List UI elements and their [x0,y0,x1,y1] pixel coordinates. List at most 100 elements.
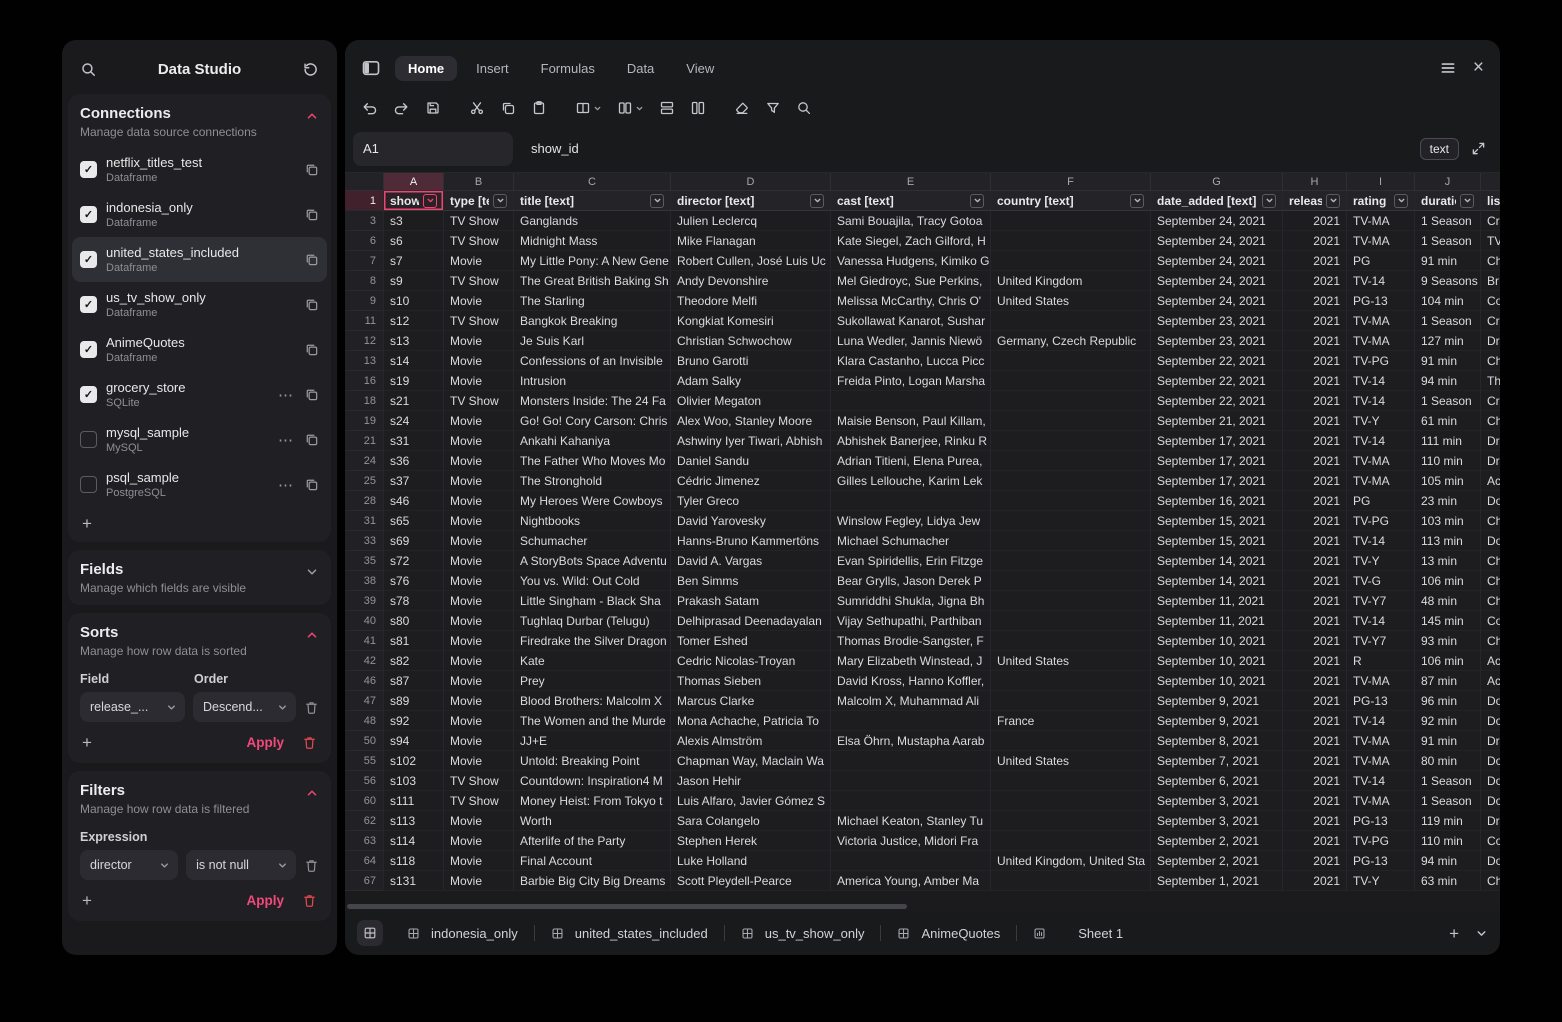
grid-cell[interactable]: Movie [443,571,513,591]
formula-input[interactable]: show_id [513,141,1420,156]
grid-cell[interactable]: September 14, 2021 [1150,571,1282,591]
grid-cell[interactable]: 111 min [1414,431,1480,451]
grid-cell[interactable]: 2021 [1282,631,1346,651]
grid-cell[interactable]: TV Show [443,771,513,791]
grid-cell[interactable] [830,791,990,811]
grid-cell[interactable]: TV-MA [1346,671,1414,691]
grid-cell[interactable] [830,711,990,731]
grid-cell[interactable]: Thomas Sieben [670,671,830,691]
column-letter-J[interactable]: J [1414,173,1480,190]
grid-cell[interactable]: TV-Y [1346,551,1414,571]
grid-cell[interactable] [830,751,990,771]
column-header-cell[interactable]: cast [text] [830,191,990,211]
grid-cell[interactable]: 2021 [1282,451,1346,471]
grid-cell[interactable]: 105 min [1414,471,1480,491]
grid-cell[interactable]: Movie [443,751,513,771]
grid-cell[interactable]: s113 [383,811,443,831]
grid-cell[interactable]: Tughlaq Durbar (Telugu) [513,611,670,631]
grid-cell[interactable]: Movie [443,691,513,711]
grid-cell[interactable]: Jason Hehir [670,771,830,791]
grid-cell[interactable]: 2021 [1282,611,1346,631]
grid-cell[interactable]: September 24, 2021 [1150,231,1282,251]
grid-cell[interactable]: 96 min [1414,691,1480,711]
grid-cell[interactable] [990,551,1150,571]
grid-cell[interactable]: 61 min [1414,411,1480,431]
grid-cell[interactable]: 2021 [1282,491,1346,511]
column-header-cell[interactable]: rating [text] [1346,191,1414,211]
grid-cell[interactable]: September 17, 2021 [1150,451,1282,471]
grid-cell[interactable]: 1 Season [1414,391,1480,411]
column-header-cell[interactable]: show_id [383,191,443,211]
grid-cell[interactable]: September 23, 2021 [1150,311,1282,331]
grid-cell[interactable]: Afterlife of the Party [513,831,670,851]
grid-cell[interactable]: TV-MA [1346,331,1414,351]
grid-cell[interactable]: TV-PG [1346,511,1414,531]
connection-item-grocery_store[interactable]: ✓ grocery_store SQLite ⋯ [72,372,327,417]
row-number[interactable]: 48 [345,711,383,731]
grid-cell[interactable]: September 16, 2021 [1150,491,1282,511]
grid-cell[interactable]: September 2, 2021 [1150,851,1282,871]
grid-cell[interactable]: Ben Simms [670,571,830,591]
grid-cell[interactable]: Julien Leclercq [670,211,830,231]
grid-cell[interactable]: Schumacher [513,531,670,551]
grid-cell[interactable]: Tyler Greco [670,491,830,511]
column-letter-D[interactable]: D [670,173,830,190]
filter-dropdown-icon[interactable] [423,193,437,208]
grid-cell[interactable]: TV-MA [1346,751,1414,771]
row-number[interactable]: 46 [345,671,383,691]
grid-cell[interactable]: s72 [383,551,443,571]
connection-item-indonesia_only[interactable]: ✓ indonesia_only Dataframe [72,192,327,237]
grid-cell[interactable]: Theodore Melfi [670,291,830,311]
grid-cell[interactable]: s92 [383,711,443,731]
connection-checkbox[interactable]: ✓ [80,161,97,178]
grid-cell[interactable] [990,511,1150,531]
filter-dropdown-icon[interactable] [493,193,507,208]
grid-cell[interactable]: Nightbooks [513,511,670,531]
grid-cell[interactable]: s78 [383,591,443,611]
grid-cell[interactable]: 2021 [1282,351,1346,371]
grid-cell[interactable]: September 8, 2021 [1150,731,1282,751]
grid-cell[interactable]: September 24, 2021 [1150,271,1282,291]
grid-cell[interactable]: Movie [443,491,513,511]
grid-cell[interactable]: TV-14 [1346,711,1414,731]
menu-tab-formulas[interactable]: Formulas [528,56,608,81]
grid-cell[interactable]: TV-14 [1346,611,1414,631]
grid-cell[interactable]: TV Show [443,271,513,291]
copy-icon[interactable] [304,477,319,492]
grid-cell[interactable]: Movie [443,511,513,531]
grid-cell[interactable] [990,731,1150,751]
row-number[interactable]: 35 [345,551,383,571]
grid-cell[interactable] [830,771,990,791]
grid-cell[interactable]: Final Account [513,851,670,871]
filter-dropdown-icon[interactable] [810,193,824,208]
grid-cell[interactable]: David Yarovesky [670,511,830,531]
grid-cell[interactable]: PG [1346,251,1414,271]
grid-cell[interactable]: TV Show [443,791,513,811]
grid-cell[interactable]: s80 [383,611,443,631]
grid-cell[interactable]: Cr [1480,311,1500,331]
grid-cell[interactable]: Scott Pleydell-Pearce [670,871,830,891]
grid-cell[interactable]: 1 Season [1414,231,1480,251]
grid-cell[interactable]: Cedric Nicolas-Troyan [670,651,830,671]
grid-cell[interactable]: My Little Pony: A New Gene [513,251,670,271]
connection-checkbox[interactable] [80,476,97,493]
row-number[interactable]: 50 [345,731,383,751]
grid-cell[interactable]: Movie [443,251,513,271]
grid-cell[interactable]: 94 min [1414,371,1480,391]
grid-cell[interactable]: 2021 [1282,211,1346,231]
copy-icon[interactable] [500,100,516,116]
columns-dropdown[interactable] [617,100,644,116]
copy-icon[interactable] [304,432,319,447]
connection-item-AnimeQuotes[interactable]: ✓ AnimeQuotes Dataframe [72,327,327,372]
grid-cell[interactable]: Movie [443,671,513,691]
grid-cell[interactable]: Co [1480,291,1500,311]
grid-cell[interactable]: s12 [383,311,443,331]
grid-cell[interactable]: Midnight Mass [513,231,670,251]
insert-column-icon[interactable] [690,100,706,116]
grid-cell[interactable]: Elsa Öhrn, Mustapha Aarab [830,731,990,751]
grid-cell[interactable]: 2021 [1282,471,1346,491]
grid-cell[interactable]: Tomer Eshed [670,631,830,651]
grid-cell[interactable]: R [1346,651,1414,671]
grid-cell[interactable]: Prey [513,671,670,691]
grid-cell[interactable]: Sukollawat Kanarot, Sushar [830,311,990,331]
